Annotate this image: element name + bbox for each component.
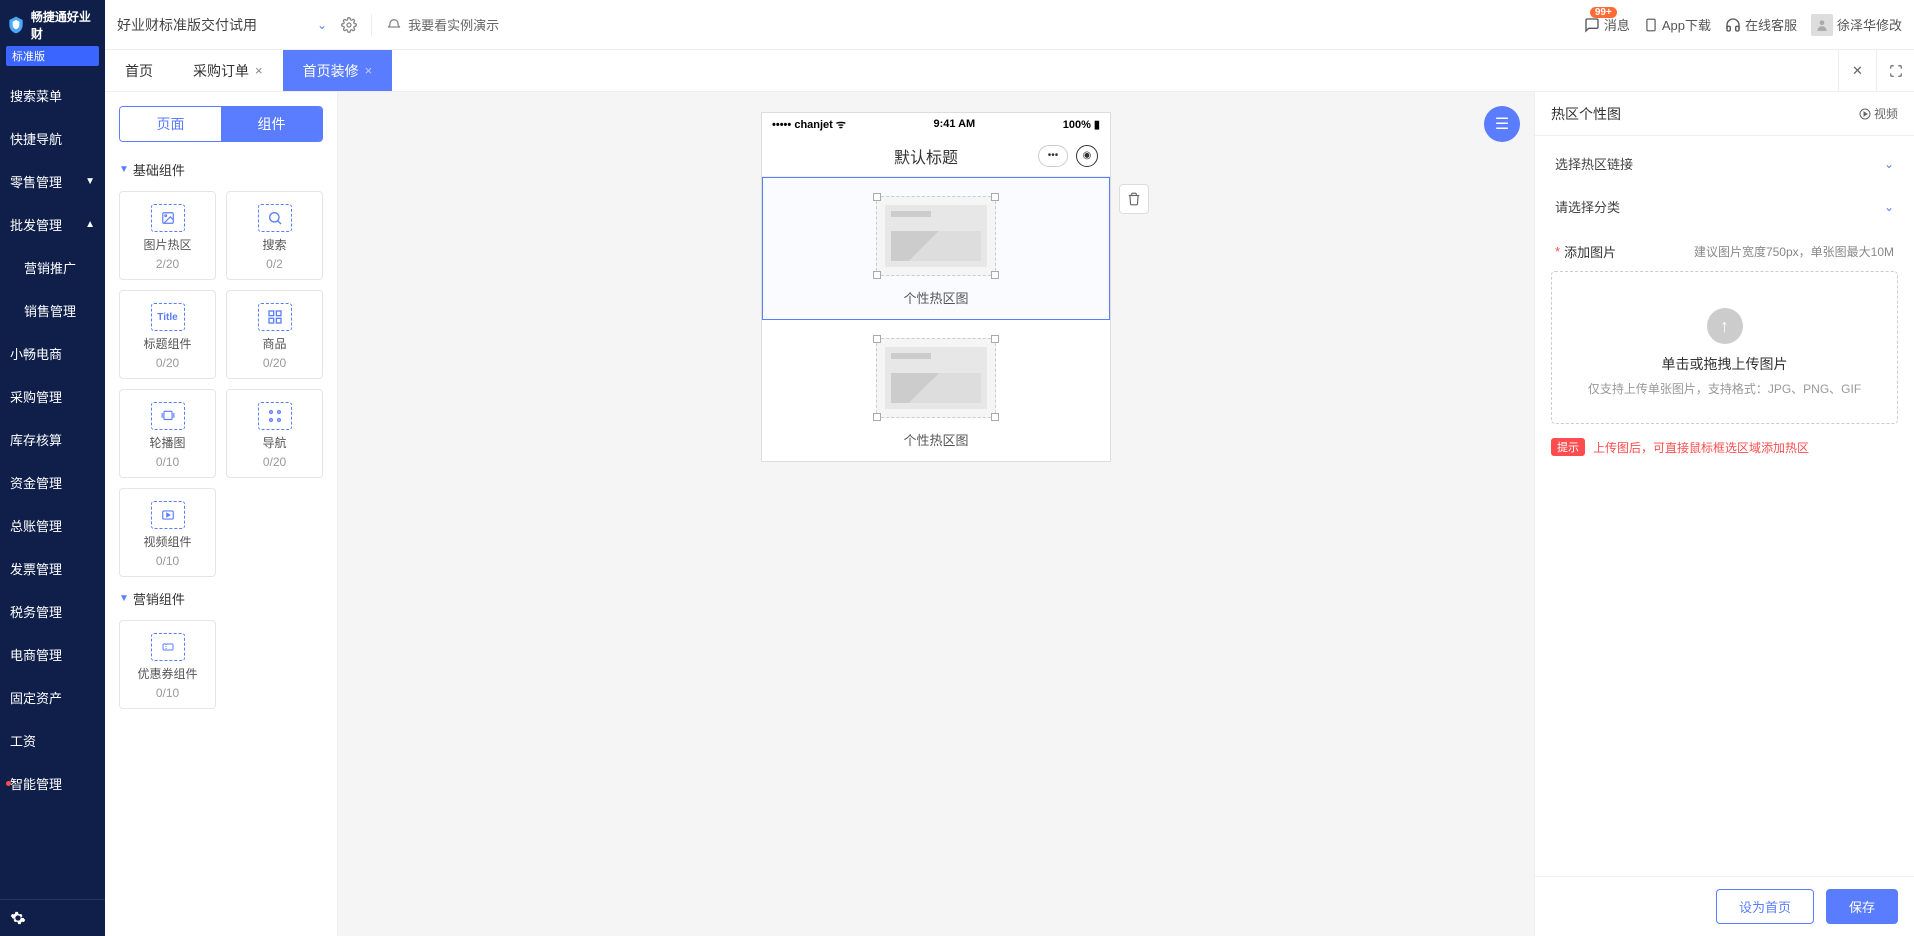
messages-button[interactable]: 99+ 消息 (1584, 15, 1630, 34)
chevron-icon: ▼ (85, 176, 95, 187)
chevron-down-icon: ⌄ (317, 18, 327, 32)
component-group-header[interactable]: ▼基础组件 (115, 152, 327, 187)
demo-link[interactable]: 我要看实例演示 (386, 15, 499, 34)
phone-header: 默认标题 ••• ◉ (762, 135, 1110, 177)
properties-panel: 热区个性图 视频 选择热区链接 ⌄ 请选择分类 ⌄ (1534, 92, 1914, 936)
triangle-down-icon: ▼ (119, 593, 129, 604)
set-home-button[interactable]: 设为首页 (1716, 889, 1814, 924)
panel-segment: 页面 组件 (119, 106, 323, 142)
nav-item[interactable]: 智能管理 (0, 762, 105, 805)
nav-item[interactable]: 固定资产 (0, 676, 105, 719)
canvas: ☰ ••••• chanjet ᯤ 9:41 AM 100% ▮ 默认标题 • (338, 92, 1534, 936)
nav-item[interactable]: 搜索菜单 (0, 74, 105, 117)
nav-item[interactable]: 工资 (0, 719, 105, 762)
tab-fullscreen[interactable] (1876, 50, 1914, 91)
nav-item[interactable]: 快捷导航 (0, 117, 105, 160)
phone-statusbar: ••••• chanjet ᯤ 9:41 AM 100% ▮ (762, 113, 1110, 135)
phone-title: 默认标题 (814, 144, 1038, 168)
edition-badge: 标准版 (6, 46, 99, 66)
component-card[interactable]: 导航0/20 (226, 389, 323, 478)
video-help-link[interactable]: 视频 (1859, 105, 1898, 122)
image-placeholder (876, 196, 996, 276)
chevron-down-icon: ⌄ (1884, 157, 1894, 171)
save-button[interactable]: 保存 (1826, 889, 1898, 924)
settings-icon[interactable] (341, 17, 357, 33)
nav-item[interactable]: 电商管理 (0, 633, 105, 676)
nav-item[interactable]: 总账管理 (0, 504, 105, 547)
segment-component[interactable]: 组件 (221, 107, 322, 141)
upload-tip: 提示 上传图后，可直接鼠标框选区域添加热区 (1551, 438, 1898, 456)
tab[interactable]: 采购订单× (173, 50, 283, 91)
nav-item[interactable]: 小畅电商 (0, 332, 105, 375)
tab[interactable]: 首页 (105, 50, 173, 91)
miniapp-close-icon[interactable]: ◉ (1076, 145, 1098, 167)
nav-item[interactable]: 发票管理 (0, 547, 105, 590)
phone-preview: ••••• chanjet ᯤ 9:41 AM 100% ▮ 默认标题 ••• … (761, 112, 1111, 462)
component-card[interactable]: 商品0/20 (226, 290, 323, 379)
message-badge: 99+ (1590, 7, 1617, 18)
user-menu[interactable]: 徐泽华修改 (1811, 14, 1902, 36)
tabs-bar: 首页采购订单×首页装修× ✕ (105, 50, 1914, 92)
component-card[interactable]: 图片热区2/20 (119, 191, 216, 280)
nav-settings[interactable] (0, 899, 105, 936)
brand-name: 畅捷通好业财 (31, 8, 99, 42)
product-name: 好业财标准版交付试用 (117, 15, 257, 35)
app-download-button[interactable]: App下载 (1644, 15, 1711, 34)
nav-item[interactable]: 税务管理 (0, 590, 105, 633)
logo-icon (6, 14, 27, 36)
tab-close-all[interactable]: ✕ (1838, 50, 1876, 91)
carousel-icon (151, 402, 185, 430)
customer-service-button[interactable]: 在线客服 (1725, 15, 1797, 34)
tab-close-icon[interactable]: × (255, 63, 263, 78)
component-card[interactable]: Title标题组件0/20 (119, 290, 216, 379)
upload-title: 单击或拖拽上传图片 (1562, 354, 1887, 374)
product-selector[interactable]: 好业财标准版交付试用 ⌄ (117, 15, 327, 35)
demo-label: 我要看实例演示 (408, 15, 499, 34)
avatar-icon (1811, 14, 1833, 36)
miniapp-menu-icon[interactable]: ••• (1038, 145, 1068, 167)
component-card[interactable]: 搜索0/2 (226, 191, 323, 280)
chevron-down-icon: ⌄ (1884, 200, 1894, 214)
left-nav: 畅捷通好业财 标准版 搜索菜单快捷导航零售管理▼批发管理▲营销推广销售管理小畅电… (0, 0, 105, 936)
component-card[interactable]: 轮播图0/10 (119, 389, 216, 478)
component-card[interactable]: 优惠券组件0/10 (119, 620, 216, 709)
component-card[interactable]: 视频组件0/10 (119, 488, 216, 577)
canvas-menu-fab[interactable]: ☰ (1484, 106, 1520, 142)
nav-item[interactable]: 采购管理 (0, 375, 105, 418)
upload-subtitle: 仅支持上传单张图片，支持格式：JPG、PNG、GIF (1562, 380, 1887, 397)
hotzone-link-selector[interactable]: 选择热区链接 ⌄ (1551, 142, 1898, 185)
component-panel: 页面 组件 ▼基础组件图片热区2/20搜索0/2Title标题组件0/20商品0… (105, 92, 338, 936)
nav-subitem[interactable]: 销售管理 (0, 289, 105, 332)
topbar: 好业财标准版交付试用 ⌄ 我要看实例演示 99+ 消息 App下载 (105, 0, 1914, 50)
title-icon: Title (151, 303, 185, 331)
video-icon (151, 501, 185, 529)
image-placeholder (876, 338, 996, 418)
nav-item[interactable]: 资金管理 (0, 461, 105, 504)
category-selector[interactable]: 请选择分类 ⌄ (1551, 185, 1898, 228)
coupon-icon (151, 633, 185, 661)
goods-icon (258, 303, 292, 331)
props-title: 热区个性图 (1551, 104, 1621, 124)
image-upload-dropzone[interactable]: ↑ 单击或拖拽上传图片 仅支持上传单张图片，支持格式：JPG、PNG、GIF (1551, 271, 1898, 424)
add-image-label: * 添加图片 建议图片宽度750px，单张图最大10M (1551, 228, 1898, 271)
segment-page[interactable]: 页面 (120, 107, 221, 141)
triangle-down-icon: ▼ (119, 164, 129, 175)
nav-subitem[interactable]: 营销推广 (0, 246, 105, 289)
upload-icon: ↑ (1707, 308, 1743, 344)
brand-logo: 畅捷通好业财 (0, 0, 105, 44)
nav-item[interactable]: 零售管理▼ (0, 160, 105, 203)
tab-close-icon[interactable]: × (365, 63, 373, 78)
component-group-header[interactable]: ▼营销组件 (115, 581, 327, 616)
search-icon (258, 204, 292, 232)
nav-item[interactable]: 库存核算 (0, 418, 105, 461)
chevron-icon: ▲ (85, 219, 95, 230)
canvas-block[interactable]: 个性热区图 (762, 177, 1110, 320)
nav-item[interactable]: 批发管理▲ (0, 203, 105, 246)
canvas-block[interactable]: 个性热区图 (762, 320, 1110, 461)
delete-block-button[interactable] (1119, 184, 1149, 214)
image-icon (151, 204, 185, 232)
tab[interactable]: 首页装修× (283, 50, 393, 91)
nav-icon (258, 402, 292, 430)
